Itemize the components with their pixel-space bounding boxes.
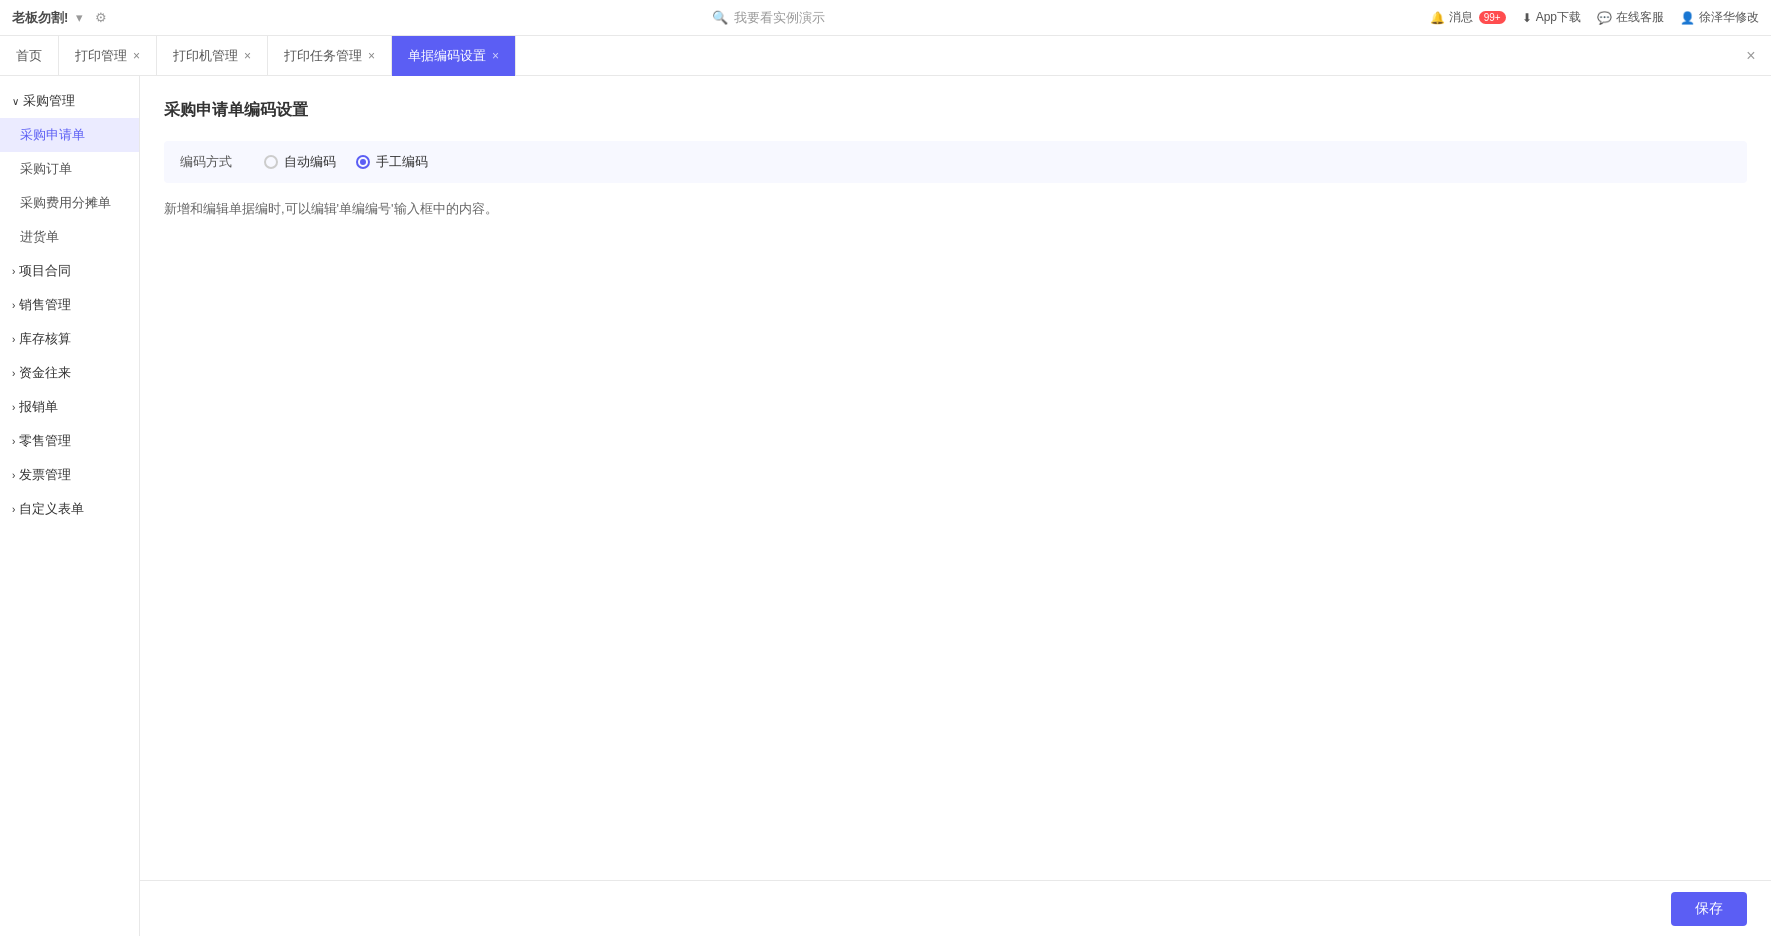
- service-icon: 💬: [1597, 11, 1612, 25]
- top-bar-search: 🔍 我要看实例演示: [712, 9, 825, 27]
- search-text: 我要看实例演示: [734, 9, 825, 27]
- top-bar: 老板勿割! ▾ ⚙ 🔍 我要看实例演示 🔔 消息 99+ ⬇ App下载 💬 在…: [0, 0, 1771, 36]
- sidebar-group-retail[interactable]: › 零售管理: [0, 424, 139, 458]
- sidebar-group-custom[interactable]: › 自定义表单: [0, 492, 139, 526]
- message-button[interactable]: 🔔 消息 99+: [1430, 9, 1506, 26]
- content-area: 采购申请单编码设置 编码方式 自动编码 手工编码: [140, 76, 1771, 880]
- sidebar-group-purchase[interactable]: ∨ 采购管理: [0, 84, 139, 118]
- sidebar-item-purchase-expense[interactable]: 采购费用分摊单: [0, 186, 139, 220]
- chevron-right-icon-returns: ›: [12, 402, 15, 413]
- chevron-right-icon-inventory: ›: [12, 334, 15, 345]
- service-label: 在线客服: [1616, 9, 1664, 26]
- main-content: 采购申请单编码设置 编码方式 自动编码 手工编码: [140, 76, 1771, 936]
- tab-bar: 首页 打印管理 × 打印机管理 × 打印任务管理 × 单据编码设置 × ×: [0, 36, 1771, 76]
- radio-auto[interactable]: 自动编码: [264, 153, 336, 171]
- user-name: 徐泽华修改: [1699, 9, 1759, 26]
- settings-icon[interactable]: ⚙: [95, 10, 107, 25]
- page-title: 采购申请单编码设置: [164, 100, 1747, 121]
- radio-auto-circle: [264, 155, 278, 169]
- sidebar-item-purchase-order[interactable]: 采购订单: [0, 152, 139, 186]
- dropdown-icon[interactable]: ▾: [76, 10, 83, 25]
- radio-manual-label: 手工编码: [376, 153, 428, 171]
- bell-icon: 🔔: [1430, 11, 1445, 25]
- description-text: 新增和编辑单据编时,可以编辑'单编编号'输入框中的内容。: [164, 199, 1747, 220]
- sidebar-group-sales[interactable]: › 销售管理: [0, 288, 139, 322]
- sidebar-group-sales-label: 销售管理: [19, 296, 71, 314]
- sidebar-item-purchase-request-label: 采购申请单: [20, 127, 85, 142]
- tab-printer-mgmt[interactable]: 打印机管理 ×: [157, 36, 268, 76]
- user-menu[interactable]: 👤 徐泽华修改: [1680, 9, 1759, 26]
- top-bar-left: 老板勿割! ▾ ⚙: [12, 9, 107, 27]
- tab-printer-mgmt-label: 打印机管理: [173, 47, 238, 65]
- chevron-right-icon-project: ›: [12, 266, 15, 277]
- chevron-right-icon-custom: ›: [12, 504, 15, 515]
- tab-print-task-close[interactable]: ×: [368, 49, 375, 63]
- tab-print-task-label: 打印任务管理: [284, 47, 362, 65]
- footer-bar: 保存: [140, 880, 1771, 936]
- message-label: 消息: [1449, 9, 1473, 26]
- chevron-down-icon: ∨: [12, 96, 19, 107]
- sidebar-group-returns[interactable]: › 报销单: [0, 390, 139, 424]
- chevron-right-icon-sales: ›: [12, 300, 15, 311]
- sidebar-item-stock-in[interactable]: 进货单: [0, 220, 139, 254]
- radio-group: 自动编码 手工编码: [264, 153, 428, 171]
- sidebar-group-purchase-label: 采购管理: [23, 92, 75, 110]
- sidebar-item-stock-in-label: 进货单: [20, 229, 59, 244]
- radio-auto-label: 自动编码: [284, 153, 336, 171]
- save-button[interactable]: 保存: [1671, 892, 1747, 926]
- chevron-right-icon-funds: ›: [12, 368, 15, 379]
- sidebar-group-project[interactable]: › 项目合同: [0, 254, 139, 288]
- sidebar-group-funds-label: 资金往来: [19, 364, 71, 382]
- sidebar-group-inventory-label: 库存核算: [19, 330, 71, 348]
- sidebar: ∨ 采购管理 采购申请单 采购订单 采购费用分摊单 进货单 › 项目合同 › 销…: [0, 76, 140, 936]
- sidebar-group-custom-label: 自定义表单: [19, 500, 84, 518]
- tab-print-task[interactable]: 打印任务管理 ×: [268, 36, 392, 76]
- radio-manual-circle: [356, 155, 370, 169]
- tab-bar-close-button[interactable]: ×: [1731, 36, 1771, 76]
- user-icon: 👤: [1680, 11, 1695, 25]
- logo-text: 老板勿割!: [12, 9, 68, 27]
- tab-print-mgmt-label: 打印管理: [75, 47, 127, 65]
- sidebar-group-project-label: 项目合同: [19, 262, 71, 280]
- sidebar-item-purchase-expense-label: 采购费用分摊单: [20, 195, 111, 210]
- tab-home[interactable]: 首页: [0, 36, 59, 76]
- coding-method-row: 编码方式 自动编码 手工编码: [164, 141, 1747, 183]
- tab-home-label: 首页: [16, 47, 42, 65]
- chevron-right-icon-retail: ›: [12, 436, 15, 447]
- tab-barcode-setting-close[interactable]: ×: [492, 49, 499, 63]
- sidebar-group-invoice-label: 发票管理: [19, 466, 71, 484]
- sidebar-group-invoice[interactable]: › 发票管理: [0, 458, 139, 492]
- chevron-right-icon-invoice: ›: [12, 470, 15, 481]
- message-badge: 99+: [1479, 11, 1506, 24]
- service-button[interactable]: 💬 在线客服: [1597, 9, 1664, 26]
- sidebar-group-retail-label: 零售管理: [19, 432, 71, 450]
- sidebar-item-purchase-order-label: 采购订单: [20, 161, 72, 176]
- sidebar-group-inventory[interactable]: › 库存核算: [0, 322, 139, 356]
- sidebar-group-funds[interactable]: › 资金往来: [0, 356, 139, 390]
- app-icon: ⬇: [1522, 11, 1532, 25]
- main-layout: ∨ 采购管理 采购申请单 采购订单 采购费用分摊单 进货单 › 项目合同 › 销…: [0, 76, 1771, 936]
- coding-method-label: 编码方式: [180, 153, 240, 171]
- top-bar-right: 🔔 消息 99+ ⬇ App下载 💬 在线客服 👤 徐泽华修改: [1430, 9, 1759, 26]
- sidebar-item-purchase-request[interactable]: 采购申请单: [0, 118, 139, 152]
- app-download-label: App下载: [1536, 9, 1581, 26]
- search-icon: 🔍: [712, 10, 728, 25]
- tab-barcode-setting-label: 单据编码设置: [408, 47, 486, 65]
- tab-printer-mgmt-close[interactable]: ×: [244, 49, 251, 63]
- sidebar-group-returns-label: 报销单: [19, 398, 58, 416]
- tab-barcode-setting[interactable]: 单据编码设置 ×: [392, 36, 516, 76]
- tab-print-mgmt-close[interactable]: ×: [133, 49, 140, 63]
- app-download-button[interactable]: ⬇ App下载: [1522, 9, 1581, 26]
- tab-print-mgmt[interactable]: 打印管理 ×: [59, 36, 157, 76]
- radio-manual[interactable]: 手工编码: [356, 153, 428, 171]
